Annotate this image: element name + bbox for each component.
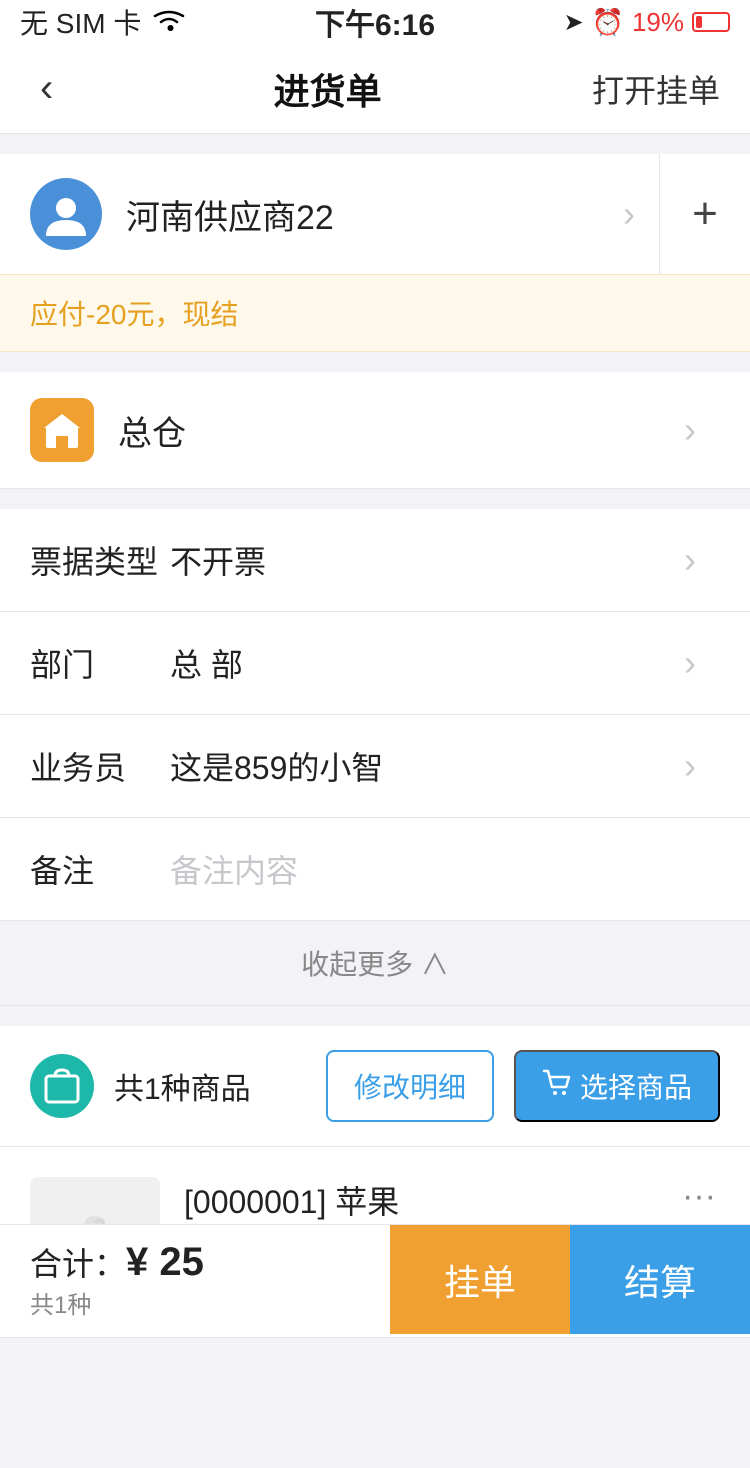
battery-label: 19% <box>632 7 684 38</box>
battery-icon <box>692 12 730 32</box>
products-count-label: 共1种商品 <box>114 1064 306 1108</box>
alarm-icon: ⏰ <box>592 7 624 38</box>
page-title: 进货单 <box>274 63 382 115</box>
department-value: 总 部 <box>170 640 660 686</box>
total-label: 合计： <box>30 1246 126 1282</box>
total-sub-label: 共1种 <box>30 1285 360 1320</box>
back-button[interactable]: ‹ <box>30 56 63 121</box>
ticket-type-chevron-icon: › <box>660 539 720 581</box>
status-left: 无 SIM 卡 <box>20 2 187 42</box>
form-section: 票据类型 不开票 › 部门 总 部 › 业务员 这是859的小智 › 备注 备注… <box>0 509 750 920</box>
supplier-select-button[interactable]: 河南供应商22 › <box>0 154 660 274</box>
gap-2 <box>0 352 750 372</box>
supplier-name: 河南供应商22 <box>126 190 599 239</box>
ticket-type-row[interactable]: 票据类型 不开票 › <box>0 509 750 612</box>
bottom-bar: 合计：¥ 25 共1种 挂单 结算 <box>0 1224 750 1334</box>
ticket-type-value: 不开票 <box>170 537 660 583</box>
select-product-label: 选择商品 <box>580 1066 692 1106</box>
status-bar: 无 SIM 卡 下午6:16 ➤ ⏰ 19% <box>0 0 750 44</box>
gap-1 <box>0 134 750 154</box>
wifi-icon <box>151 6 187 39</box>
warehouse-icon <box>30 398 94 462</box>
remark-placeholder: 备注内容 <box>170 846 720 892</box>
product-name: [0000001] 苹果 <box>184 1177 654 1223</box>
total-amount-row: 合计：¥ 25 <box>30 1239 360 1285</box>
product-code: [0000001] <box>184 1184 326 1220</box>
department-row[interactable]: 部门 总 部 › <box>0 612 750 715</box>
edit-details-button[interactable]: 修改明细 <box>326 1050 494 1122</box>
nav-bar: ‹ 进货单 打开挂单 <box>0 44 750 134</box>
total-section: 合计：¥ 25 共1种 <box>0 1225 390 1334</box>
status-time: 下午6:16 <box>315 0 435 44</box>
warehouse-chevron-icon: › <box>660 409 720 451</box>
warehouse-name: 总仓 <box>118 406 660 455</box>
supplier-avatar <box>30 178 102 250</box>
gap-4 <box>0 1006 750 1026</box>
product-menu-button[interactable]: ··· <box>678 1177 720 1216</box>
select-product-button[interactable]: 选择商品 <box>514 1050 720 1122</box>
remark-row[interactable]: 备注 备注内容 <box>0 818 750 920</box>
salesperson-value: 这是859的小智 <box>170 743 660 789</box>
salesperson-chevron-icon: › <box>660 745 720 787</box>
warehouse-row[interactable]: 总仓 › <box>0 372 750 489</box>
notice-bar: 应付-20元，现结 <box>0 274 750 352</box>
open-hang-button[interactable]: 打开挂单 <box>592 66 720 112</box>
department-chevron-icon: › <box>660 642 720 684</box>
products-header: 共1种商品 修改明细 选择商品 <box>0 1026 750 1147</box>
salesperson-label: 业务员 <box>30 743 170 789</box>
hang-button[interactable]: 挂单 <box>390 1225 570 1334</box>
ticket-type-label: 票据类型 <box>30 537 170 583</box>
bottom-padding <box>0 1338 750 1468</box>
products-icon <box>30 1054 94 1118</box>
remark-label: 备注 <box>30 846 170 892</box>
location-icon: ➤ <box>563 8 583 37</box>
gap-3 <box>0 489 750 509</box>
total-amount: ¥ 25 <box>126 1240 204 1284</box>
supplier-section: 河南供应商22 › + <box>0 154 750 274</box>
product-title: 苹果 <box>335 1184 399 1220</box>
carrier-label: 无 SIM 卡 <box>20 2 141 42</box>
status-right: ➤ ⏰ 19% <box>563 7 730 38</box>
supplier-chevron-icon: › <box>599 193 659 235</box>
department-label: 部门 <box>30 640 170 686</box>
collapse-button[interactable]: 收起更多 ∧ <box>0 920 750 1006</box>
salesperson-row[interactable]: 业务员 这是859的小智 › <box>0 715 750 818</box>
checkout-button[interactable]: 结算 <box>570 1225 750 1334</box>
cart-icon <box>542 1069 572 1104</box>
add-supplier-button[interactable]: + <box>660 154 750 274</box>
